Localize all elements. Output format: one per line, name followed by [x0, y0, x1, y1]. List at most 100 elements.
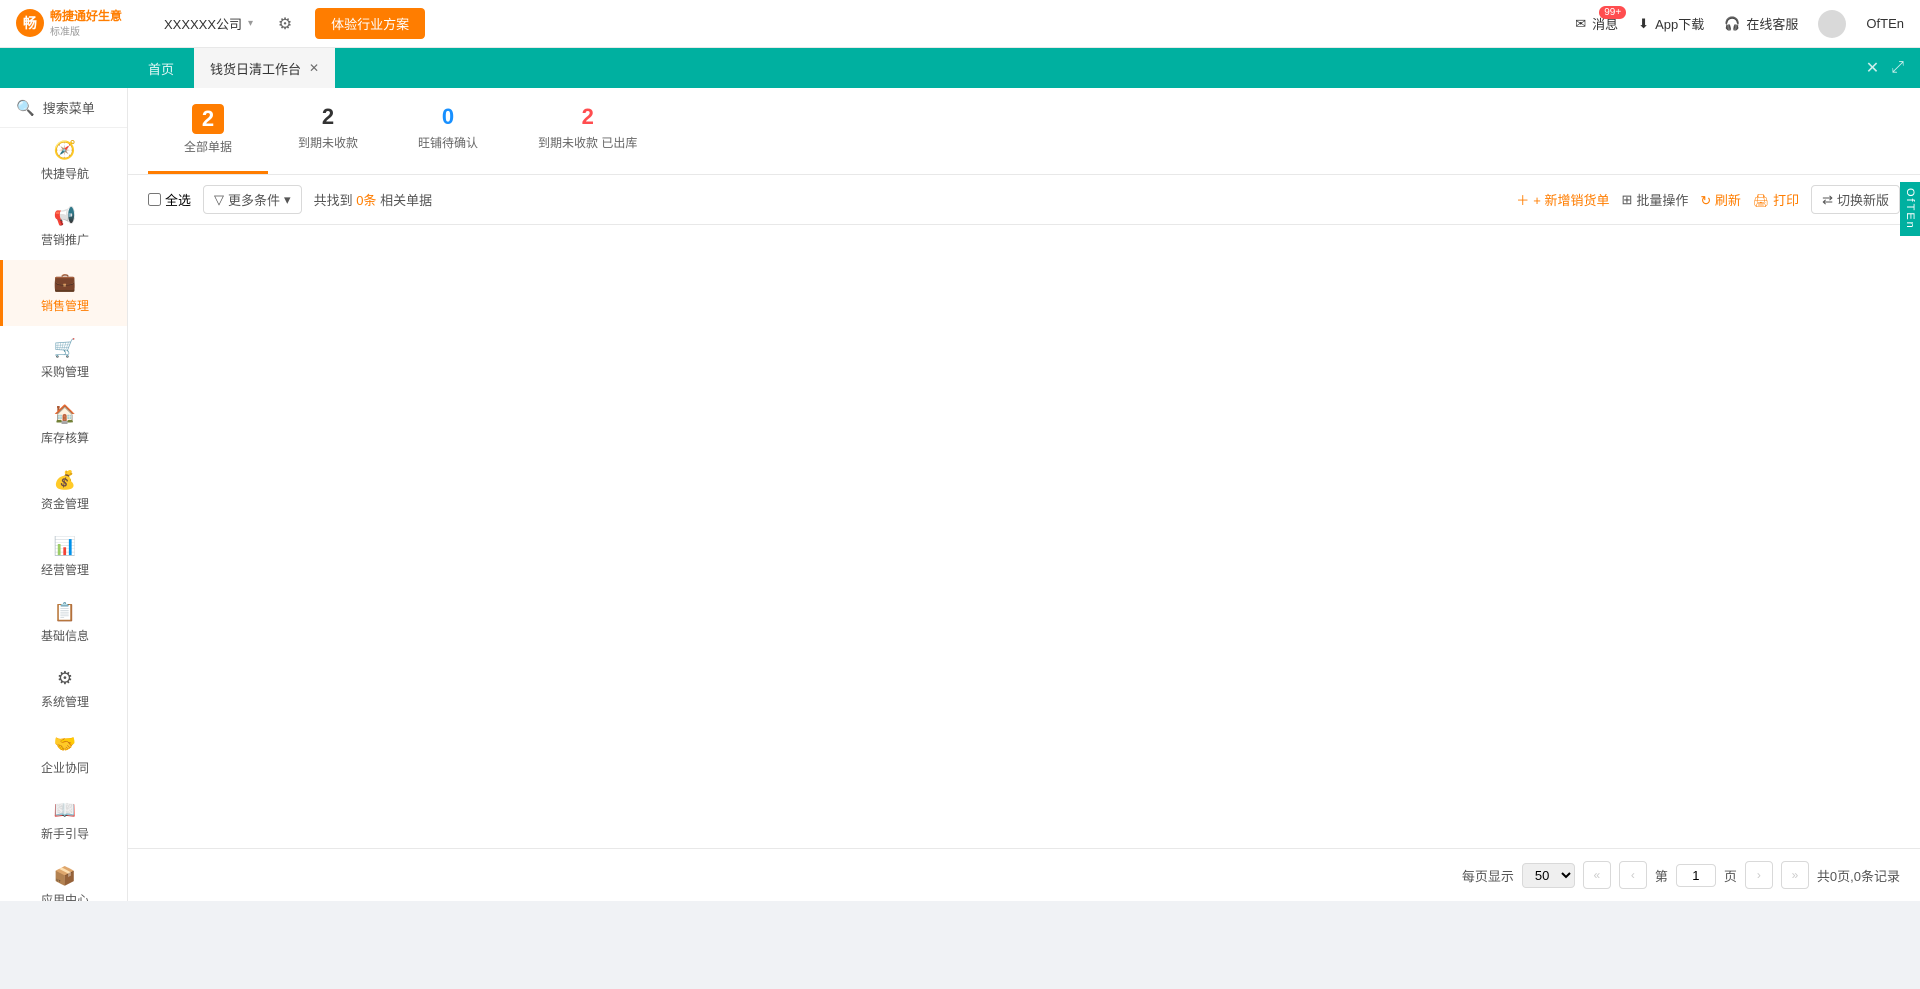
compass-icon: 🧭 — [54, 140, 76, 161]
page-prefix-label: 第 — [1655, 866, 1668, 885]
app-download-button[interactable]: ⬇ App下载 — [1638, 14, 1704, 33]
filter-button[interactable]: ▽ 更多条件 ▾ — [203, 185, 302, 214]
header-right: ✉ 消息 99+ ⬇ App下载 🎧 在线客服 OfTEn — [1575, 10, 1904, 38]
sidebar-item-quick-nav[interactable]: 🧭 快捷导航 — [0, 128, 127, 194]
sidebar-item-finance[interactable]: 💰 资金管理 — [0, 458, 127, 524]
avatar[interactable] — [1818, 10, 1846, 38]
tab-home[interactable]: 首页 — [128, 48, 194, 88]
sidebar-item-system[interactable]: ⚙ 系统管理 — [0, 656, 127, 722]
card-all-orders[interactable]: 2 全部单据 — [148, 88, 268, 174]
refresh-icon: ↻ — [1700, 193, 1711, 208]
prev-page-button[interactable]: ‹ — [1619, 861, 1647, 889]
window-controls: ✕ ⤢ — [1866, 58, 1920, 78]
user-name: OfTEn — [1866, 16, 1904, 31]
sidebar-item-inventory[interactable]: 🏠 库存核算 — [0, 392, 127, 458]
sidebar-item-purchase[interactable]: 🛒 采购管理 — [0, 326, 127, 392]
message-icon: ✉ — [1575, 16, 1586, 32]
online-service-button[interactable]: 🎧 在线客服 — [1724, 14, 1798, 33]
tab-qianhuo[interactable]: 钱货日清工作台 ✕ — [194, 48, 335, 88]
sidebar-item-label: 系统管理 — [41, 693, 89, 710]
sidebar-item-guide[interactable]: 📖 新手引导 — [0, 788, 127, 854]
prev-page-icon: ‹ — [1631, 868, 1635, 882]
tab-close-icon[interactable]: ✕ — [309, 61, 319, 75]
card-overdue[interactable]: 2 到期未收款 — [268, 88, 388, 174]
sidebar-item-label: 库存核算 — [41, 429, 89, 446]
download-icon: ⬇ — [1638, 16, 1649, 32]
checkbox-input[interactable] — [148, 193, 161, 206]
batch-icon: ⊞ — [1621, 192, 1632, 208]
top-header: 畅 畅捷通好生意 标准版 XXXXXX公司 ▾ ⚙ 体验行业方案 ✉ 消息 99… — [0, 0, 1920, 48]
enterprise-icon: 🤝 — [54, 734, 76, 755]
per-page-select[interactable]: 50 — [1522, 863, 1575, 888]
card-all-label: 全部单据 — [184, 138, 232, 155]
settings-button[interactable]: ⚙ — [271, 10, 299, 38]
search-menu-button[interactable]: 🔍 搜索菜单 — [0, 88, 127, 128]
service-icon: 🎧 — [1724, 16, 1740, 32]
batch-label: 批量操作 — [1636, 190, 1688, 209]
sidebar-item-app-center[interactable]: 📦 应用中心 — [0, 854, 127, 901]
batch-operation-button[interactable]: ⊞ 批量操作 — [1621, 190, 1688, 209]
switch-label: 切换新版 — [1837, 190, 1889, 209]
sidebar: 🔍 搜索菜单 🧭 快捷导航 📢 营销推广 💼 销售管理 🛒 采购管理 🏠 库存核… — [0, 88, 128, 901]
app-download-label: App下载 — [1655, 14, 1704, 33]
logo-text: 畅捷通好生意 标准版 — [50, 9, 122, 38]
message-button[interactable]: ✉ 消息 99+ — [1575, 14, 1618, 33]
industry-button[interactable]: 体验行业方案 — [315, 8, 425, 39]
sidebar-item-marketing[interactable]: 📢 营销推广 — [0, 194, 127, 260]
add-btn-label: + 新增销货单 — [1533, 190, 1609, 209]
switch-version-button[interactable]: ⇄ 切换新版 — [1811, 185, 1900, 214]
system-icon: ⚙ — [57, 668, 73, 689]
logo-icon: 畅 — [16, 9, 44, 37]
result-count: 0条 — [356, 193, 376, 208]
result-text: 共找到 0条 相关单据 — [314, 190, 433, 209]
sidebar-item-label: 采购管理 — [41, 363, 89, 380]
toolbar: 全选 ▽ 更多条件 ▾ 共找到 0条 相关单据 ＋ + 新增销货单 — [128, 175, 1920, 225]
select-all-checkbox[interactable]: 全选 — [148, 190, 191, 209]
refresh-button[interactable]: ↻ 刷新 — [1700, 190, 1741, 209]
sidebar-item-enterprise[interactable]: 🤝 企业协同 — [0, 722, 127, 788]
print-button[interactable]: 🖨 打印 — [1753, 190, 1799, 209]
sales-icon: 💼 — [54, 272, 76, 293]
sidebar-item-operations[interactable]: 📊 经营管理 — [0, 524, 127, 590]
search-menu-label: 搜索菜单 — [43, 98, 95, 117]
print-icon: 🖨 — [1753, 193, 1770, 208]
window-close-icon[interactable]: ✕ — [1866, 58, 1879, 78]
last-page-button[interactable]: » — [1781, 861, 1809, 889]
first-page-button[interactable]: « — [1583, 861, 1611, 889]
card-overdue-count: 2 — [322, 104, 334, 130]
guide-icon: 📖 — [54, 800, 76, 821]
add-sales-order-button[interactable]: ＋ + 新增销货单 — [1516, 190, 1609, 209]
page-number-input[interactable] — [1676, 864, 1716, 887]
search-icon: 🔍 — [16, 99, 35, 117]
content-area: 2 全部单据 2 到期未收款 0 旺铺待确认 2 到期未收款 已出库 全选 — [128, 88, 1920, 901]
page-suffix-label: 页 — [1724, 866, 1737, 885]
next-page-button[interactable]: › — [1745, 861, 1773, 889]
sidebar-item-basic-info[interactable]: 📋 基础信息 — [0, 590, 127, 656]
next-page-icon: › — [1757, 868, 1761, 882]
app-center-icon: 📦 — [54, 866, 76, 887]
finance-icon: 💰 — [54, 470, 76, 491]
sidebar-item-label: 应用中心 — [41, 891, 89, 901]
card-shipped[interactable]: 2 到期未收款 已出库 — [508, 88, 667, 174]
card-wangpu-count: 0 — [442, 104, 454, 130]
select-all-label: 全选 — [165, 190, 191, 209]
often-badge[interactable]: OfTEn — [1900, 182, 1920, 236]
company-selector[interactable]: XXXXXX公司 ▾ — [164, 14, 259, 33]
chevron-down-icon: ▾ — [284, 192, 291, 208]
sidebar-item-sales[interactable]: 💼 销售管理 — [0, 260, 127, 326]
window-expand-icon[interactable]: ⤢ — [1891, 59, 1904, 77]
sidebar-item-label: 基础信息 — [41, 627, 89, 644]
card-shipped-label: 到期未收款 已出库 — [538, 134, 637, 151]
card-wangpu[interactable]: 0 旺铺待确认 — [388, 88, 508, 174]
card-wangpu-label: 旺铺待确认 — [418, 134, 478, 151]
logo-area: 畅 畅捷通好生意 标准版 — [16, 9, 144, 38]
main-layout: 🔍 搜索菜单 🧭 快捷导航 📢 营销推广 💼 销售管理 🛒 采购管理 🏠 库存核… — [0, 88, 1920, 901]
add-icon: ＋ — [1516, 190, 1529, 209]
tab-home-label: 首页 — [148, 59, 174, 78]
print-label: 打印 — [1773, 193, 1799, 208]
sidebar-item-label: 新手引导 — [41, 825, 89, 842]
table-area — [128, 225, 1920, 848]
megaphone-icon: 📢 — [54, 206, 76, 227]
sidebar-item-label: 企业协同 — [41, 759, 89, 776]
chevron-down-icon: ▾ — [248, 18, 253, 29]
